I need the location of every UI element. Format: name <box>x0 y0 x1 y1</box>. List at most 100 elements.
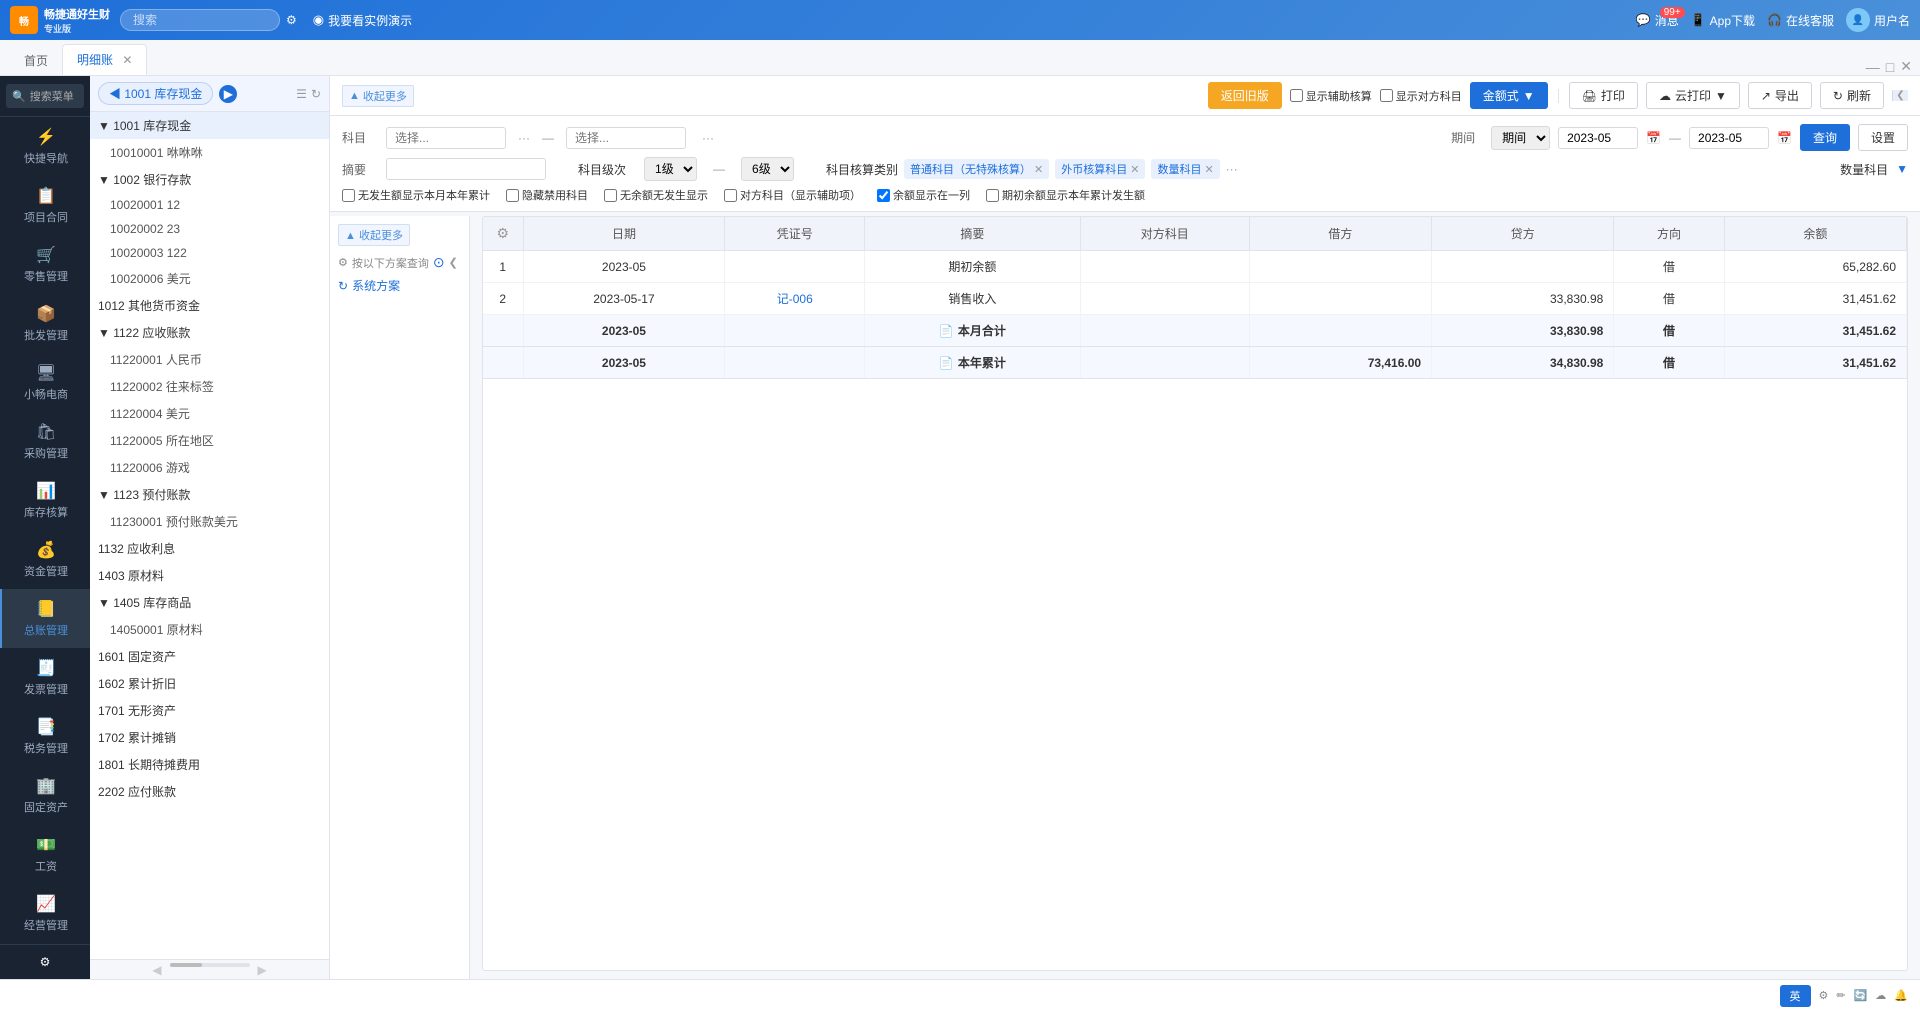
query-settings-icon[interactable]: ⊙ <box>433 254 445 271</box>
top-search-input[interactable] <box>120 9 280 31</box>
tab-ledger[interactable]: 明细账 ✕ <box>62 44 147 75</box>
tree-node-1403[interactable]: 1403 原材料 <box>90 562 329 589</box>
sidebar-item-ecommerce[interactable]: 🖥 小畅电商 <box>0 353 90 412</box>
tree-node-10020002[interactable]: 10020002 23 <box>90 217 329 241</box>
sidebar-item-assets[interactable]: 🏢 固定资产 <box>0 766 90 825</box>
tree-node-1132[interactable]: 1132 应收利息 <box>90 535 329 562</box>
tree-scroll-right[interactable]: ▶ <box>258 963 267 977</box>
no-balance-checkbox[interactable]: 无发生额显示本月本年累计 <box>342 187 490 203</box>
table-row[interactable]: 22023-05-17记-006销售收入33,830.98借31,451.62 <box>483 283 1907 315</box>
period-calendar-icon[interactable]: 📅 <box>1646 131 1661 145</box>
tree-node-10010001[interactable]: 10010001 咻咻咻 <box>90 139 329 166</box>
summary-input[interactable] <box>386 158 546 180</box>
back-old-version-button[interactable]: 返回旧版 <box>1208 82 1282 109</box>
sidebar-item-project[interactable]: 📋 项目合同 <box>0 176 90 235</box>
bottom-settings-icon[interactable]: ⚙ <box>1819 989 1829 1002</box>
tree-node-11230001[interactable]: 11230001 预付账款美元 <box>90 508 329 535</box>
sidebar-item-operation[interactable]: 📈 经营管理 <box>0 884 90 943</box>
tag-remove-quantity[interactable]: ✕ <box>1204 163 1213 176</box>
col-settings[interactable]: ⚙ <box>483 217 523 251</box>
sidebar-item-inventory[interactable]: 📊 库存核算 <box>0 471 90 530</box>
tree-node-1801[interactable]: 1801 长期待摊费用 <box>90 751 329 778</box>
right-panel-collapse[interactable]: ❮ <box>1892 90 1908 101</box>
level-start-select[interactable]: 1级2级3级 <box>644 157 697 181</box>
period-end-input[interactable] <box>1689 127 1769 149</box>
tree-node-11220005[interactable]: 11220005 所在地区 <box>90 427 329 454</box>
tree-nav-icon[interactable]: ▶ <box>219 85 237 103</box>
bottom-sync-icon[interactable]: 🔄 <box>1854 989 1868 1002</box>
tree-node-10020006[interactable]: 10020006 美元 <box>90 265 329 292</box>
mode-selector[interactable]: 金额式 ▼ <box>1470 82 1548 109</box>
lang-switch-button[interactable]: 英 <box>1780 985 1811 1007</box>
tree-node-1001[interactable]: ▼ 1001 库存现金 <box>90 112 329 139</box>
sidebar-item-purchase[interactable]: 🛍 采购管理 <box>0 412 90 471</box>
query-button[interactable]: 查询 <box>1800 124 1850 151</box>
tree-node-10020003[interactable]: 10020003 122 <box>90 241 329 265</box>
system-schema-option[interactable]: ↻ 系统方案 <box>338 277 461 294</box>
selected-account-tag[interactable]: ◀ 1001 库存现金 <box>98 82 213 105</box>
level-end-select[interactable]: 6级5级4级 <box>741 157 794 181</box>
period-start-input[interactable] <box>1558 127 1638 149</box>
user-avatar[interactable]: 👤 用户名 <box>1846 8 1910 32</box>
hide-disabled-checkbox[interactable]: 隐藏禁用科目 <box>506 187 588 203</box>
sidebar-item-wholesale[interactable]: 📦 批发管理 <box>0 294 90 353</box>
online-service-button[interactable]: 🎧 在线客服 <box>1767 12 1834 29</box>
print-button[interactable]: 🖨 打印 <box>1569 82 1638 109</box>
sidebar-item-retail[interactable]: 🛒 零售管理 <box>0 235 90 294</box>
tree-node-1702[interactable]: 1702 累计摊销 <box>90 724 329 751</box>
sidebar-item-tax[interactable]: 📑 税务管理 <box>0 707 90 766</box>
cloud-print-button[interactable]: ☁ 云打印 ▼ <box>1646 82 1740 109</box>
tree-node-1012[interactable]: 1012 其他货币资金 <box>90 292 329 319</box>
demo-link[interactable]: ◉ 我要看实例演示 <box>313 12 412 29</box>
tree-filter-icon[interactable]: ☰ <box>296 87 307 101</box>
bottom-edit-icon[interactable]: ✏ <box>1836 989 1845 1002</box>
sidebar-item-salary[interactable]: 💵 工资 <box>0 825 90 884</box>
table-row[interactable]: 2023-05📄本月合计33,830.98借31,451.62 <box>483 315 1907 347</box>
tree-node-11220001[interactable]: 11220001 人民币 <box>90 346 329 373</box>
subject-input[interactable] <box>386 127 506 149</box>
no-balance-show-checkbox[interactable]: 无余额无发生显示 <box>604 187 708 203</box>
sidebar-settings[interactable]: ⚙ <box>0 944 90 979</box>
initial-balance-checkbox[interactable]: 期初余额显示本年累计发生额 <box>986 187 1145 203</box>
sidebar-item-invoice[interactable]: 🧾 发票管理 <box>0 648 90 707</box>
tag-remove-normal[interactable]: ✕ <box>1034 163 1043 176</box>
close-window-button[interactable]: ✕ <box>1900 58 1912 75</box>
balance-one-col-checkbox[interactable]: 余额显示在一列 <box>877 187 970 203</box>
collapse-more-button[interactable]: ▲ 收起更多 <box>342 85 414 107</box>
tree-node-2202[interactable]: 2202 应付账款 <box>90 778 329 805</box>
sidebar-item-capital[interactable]: 💰 资金管理 <box>0 530 90 589</box>
tree-node-1002[interactable]: ▼ 1002 银行存款 <box>90 166 329 193</box>
expand-btn[interactable]: ▲ 收起更多 <box>338 224 410 246</box>
subject-input-end[interactable] <box>566 127 686 149</box>
bottom-cloud-icon[interactable]: ☁ <box>1875 989 1886 1002</box>
table-row[interactable]: 2023-05📄本年累计73,416.0034,830.98借31,451.62 <box>483 347 1907 379</box>
counterpart-show-checkbox[interactable]: 对方科目（显示辅助项） <box>724 187 861 203</box>
tree-refresh-icon[interactable]: ↻ <box>311 87 321 101</box>
tree-node-1601[interactable]: 1601 固定资产 <box>90 643 329 670</box>
settings-button[interactable]: ⚙ <box>280 11 303 29</box>
minimize-button[interactable]: — <box>1866 59 1880 75</box>
tree-node-1701[interactable]: 1701 无形资产 <box>90 697 329 724</box>
tree-node-1602[interactable]: 1602 累计折旧 <box>90 670 329 697</box>
show-counterpart-checkbox[interactable]: 显示对方科目 <box>1380 88 1462 104</box>
tag-remove-foreign[interactable]: ✕ <box>1130 163 1139 176</box>
message-button[interactable]: 💬 消息 99+ <box>1636 12 1679 29</box>
tree-node-10020001[interactable]: 10020001 12 <box>90 193 329 217</box>
quantity-dropdown[interactable]: ▼ <box>1896 162 1908 176</box>
app-download-button[interactable]: 📱 App下载 <box>1691 12 1755 29</box>
tab-close-icon[interactable]: ✕ <box>122 53 132 67</box>
show-aux-checkbox[interactable]: 显示辅助核算 <box>1290 88 1372 104</box>
sidebar-item-quick-nav[interactable]: ⚡ 快捷导航 <box>0 117 90 176</box>
sidebar-item-ledger[interactable]: 📒 总账管理 <box>0 589 90 648</box>
period-type-select[interactable]: 期间 <box>1491 126 1550 150</box>
tree-node-1122[interactable]: ▼ 1122 应收账款 <box>90 319 329 346</box>
tree-node-1123[interactable]: ▼ 1123 预付账款 <box>90 481 329 508</box>
tree-node-11220002[interactable]: 11220002 往来标签 <box>90 373 329 400</box>
maximize-button[interactable]: □ <box>1886 59 1894 75</box>
cell-voucher[interactable]: 记-006 <box>725 283 865 315</box>
table-row[interactable]: 12023-05期初余额借65,282.60 <box>483 251 1907 283</box>
period-calendar-icon2[interactable]: 📅 <box>1777 131 1792 145</box>
tree-node-14050001[interactable]: 14050001 原材料 <box>90 616 329 643</box>
tree-node-11220006[interactable]: 11220006 游戏 <box>90 454 329 481</box>
query-collapse-icon[interactable]: ❮ <box>449 256 458 269</box>
